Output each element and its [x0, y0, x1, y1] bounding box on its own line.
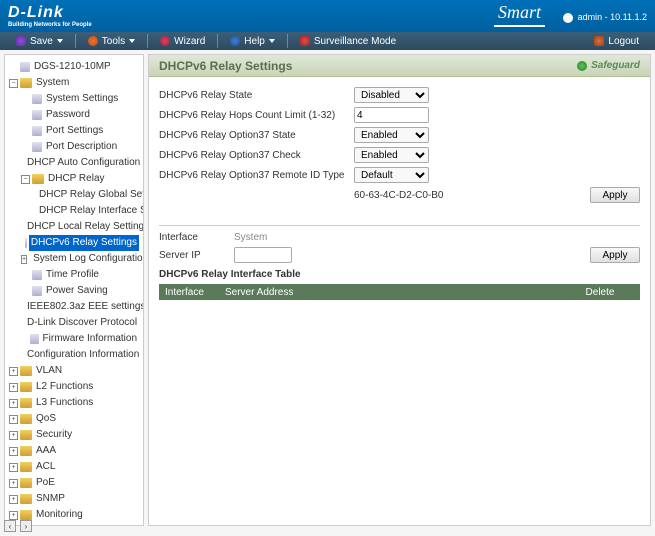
opt37-remote-select[interactable]: Default — [354, 167, 429, 183]
toolbar: Save Tools Wizard Help Surveillance Mode… — [0, 32, 655, 50]
tree-security[interactable]: +Security — [9, 427, 139, 443]
interface-value: System — [234, 232, 354, 243]
bottom-nav: ‹ › — [4, 520, 32, 532]
collapse-icon[interactable]: − — [21, 175, 30, 184]
chevron-down-icon — [269, 39, 275, 43]
th-server-address: Server Address — [219, 287, 560, 298]
brand-subtext: Building Networks for People — [8, 22, 92, 28]
save-icon — [16, 36, 26, 46]
relay-table-header: Interface Server Address Delete — [159, 284, 640, 300]
opt37-check-select[interactable]: Enabled — [354, 147, 429, 163]
smart-label: Smart — [494, 2, 545, 27]
wizard-icon — [160, 36, 170, 46]
surveillance-button[interactable]: Surveillance Mode — [292, 36, 404, 47]
hops-limit-input[interactable] — [354, 107, 429, 123]
tools-icon — [88, 36, 98, 46]
opt37-state-label: DHCPv6 Relay Option37 State — [159, 130, 354, 141]
tree-system[interactable]: −System — [9, 75, 139, 91]
tree-system-settings[interactable]: System Settings — [21, 91, 139, 107]
tree-dlink-discover[interactable]: D-Link Discover Protocol — [21, 315, 139, 331]
panel-title: DHCPv6 Relay Settings — [159, 59, 292, 73]
device-icon — [20, 62, 30, 72]
help-icon — [230, 36, 240, 46]
chevron-down-icon — [129, 39, 135, 43]
apply-button-1[interactable]: Apply — [590, 187, 640, 203]
logout-icon — [594, 36, 604, 46]
relay-state-label: DHCPv6 Relay State — [159, 90, 354, 101]
expand-icon[interactable]: + — [21, 255, 27, 264]
tree-acl[interactable]: +ACL — [9, 459, 139, 475]
tools-menu[interactable]: Tools — [80, 36, 143, 47]
user-info: admin - 10.11.1.2 — [563, 12, 647, 23]
relay-table-title: DHCPv6 Relay Interface Table — [159, 269, 640, 280]
folder-icon — [20, 78, 32, 88]
collapse-icon[interactable]: − — [9, 79, 18, 88]
user-icon — [563, 13, 573, 23]
mac-address: 60-63-4C-D2-C0-B0 — [354, 190, 443, 201]
panel-title-bar: DHCPv6 Relay Settings Safeguard — [149, 55, 650, 77]
wizard-button[interactable]: Wizard — [152, 36, 213, 47]
tree-dhcp-relay[interactable]: −DHCP Relay — [21, 171, 139, 187]
main-panel: DHCPv6 Relay Settings Safeguard DHCPv6 R… — [148, 54, 651, 526]
save-menu[interactable]: Save — [8, 36, 71, 47]
nav-next[interactable]: › — [20, 520, 32, 532]
tree-config-info[interactable]: Configuration Information — [21, 347, 139, 363]
brand-logo: D-Link Building Networks for People — [8, 4, 92, 28]
tree-firmware[interactable]: Firmware Information — [21, 331, 139, 347]
tree-time-profile[interactable]: Time Profile — [21, 267, 139, 283]
safeguard-badge: Safeguard — [577, 60, 640, 71]
tree-poe[interactable]: +PoE — [9, 475, 139, 491]
server-ip-input[interactable] — [234, 247, 292, 263]
user-label: admin - 10.11.1.2 — [578, 12, 647, 22]
tree-dhcp-local-relay[interactable]: DHCP Local Relay Settings — [21, 219, 139, 235]
interface-label: Interface — [159, 232, 234, 243]
surveillance-icon — [300, 36, 310, 46]
brand-text: D-Link — [8, 4, 64, 21]
tree-power-saving[interactable]: Power Saving — [21, 283, 139, 299]
opt37-state-select[interactable]: Enabled — [354, 127, 429, 143]
tree-device[interactable]: DGS-1210-10MP — [9, 59, 139, 75]
relay-state-select[interactable]: Disabled — [354, 87, 429, 103]
tree-dhcp-auto[interactable]: DHCP Auto Configuration — [21, 155, 139, 171]
logout-button[interactable]: Logout — [586, 36, 647, 47]
tree-port-desc[interactable]: Port Description — [21, 139, 139, 155]
chevron-down-icon — [57, 39, 63, 43]
tree-port-settings[interactable]: Port Settings — [21, 123, 139, 139]
apply-button-2[interactable]: Apply — [590, 247, 640, 263]
tree-snmp[interactable]: +SNMP — [9, 491, 139, 507]
tree-vlan[interactable]: +VLAN — [9, 363, 139, 379]
tree-aaa[interactable]: +AAA — [9, 443, 139, 459]
tree-l2[interactable]: +L2 Functions — [9, 379, 139, 395]
header-bar: D-Link Building Networks for People Smar… — [0, 0, 655, 32]
tree-password[interactable]: Password — [21, 107, 139, 123]
tree-dhcp-relay-interface[interactable]: DHCP Relay Interface Setti — [33, 203, 139, 219]
safeguard-icon — [577, 61, 587, 71]
th-interface: Interface — [159, 287, 219, 298]
sidebar: DGS-1210-10MP −System System Settings Pa… — [4, 54, 144, 526]
opt37-remote-label: DHCPv6 Relay Option37 Remote ID Type — [159, 170, 354, 181]
tree-l3[interactable]: +L3 Functions — [9, 395, 139, 411]
tree-ieee802[interactable]: IEEE802.3az EEE settings — [21, 299, 139, 315]
help-menu[interactable]: Help — [222, 36, 283, 47]
th-delete: Delete — [560, 287, 640, 298]
tree-dhcpv6-relay[interactable]: DHCPv6 Relay Settings — [21, 235, 139, 251]
tree-qos[interactable]: +QoS — [9, 411, 139, 427]
nav-prev[interactable]: ‹ — [4, 520, 16, 532]
tree-syslog[interactable]: +System Log Configuration — [21, 251, 139, 267]
hops-limit-label: DHCPv6 Relay Hops Count Limit (1-32) — [159, 110, 354, 121]
server-ip-label: Server IP — [159, 250, 234, 261]
tree-dhcp-relay-global[interactable]: DHCP Relay Global Setting — [33, 187, 139, 203]
opt37-check-label: DHCPv6 Relay Option37 Check — [159, 150, 354, 161]
